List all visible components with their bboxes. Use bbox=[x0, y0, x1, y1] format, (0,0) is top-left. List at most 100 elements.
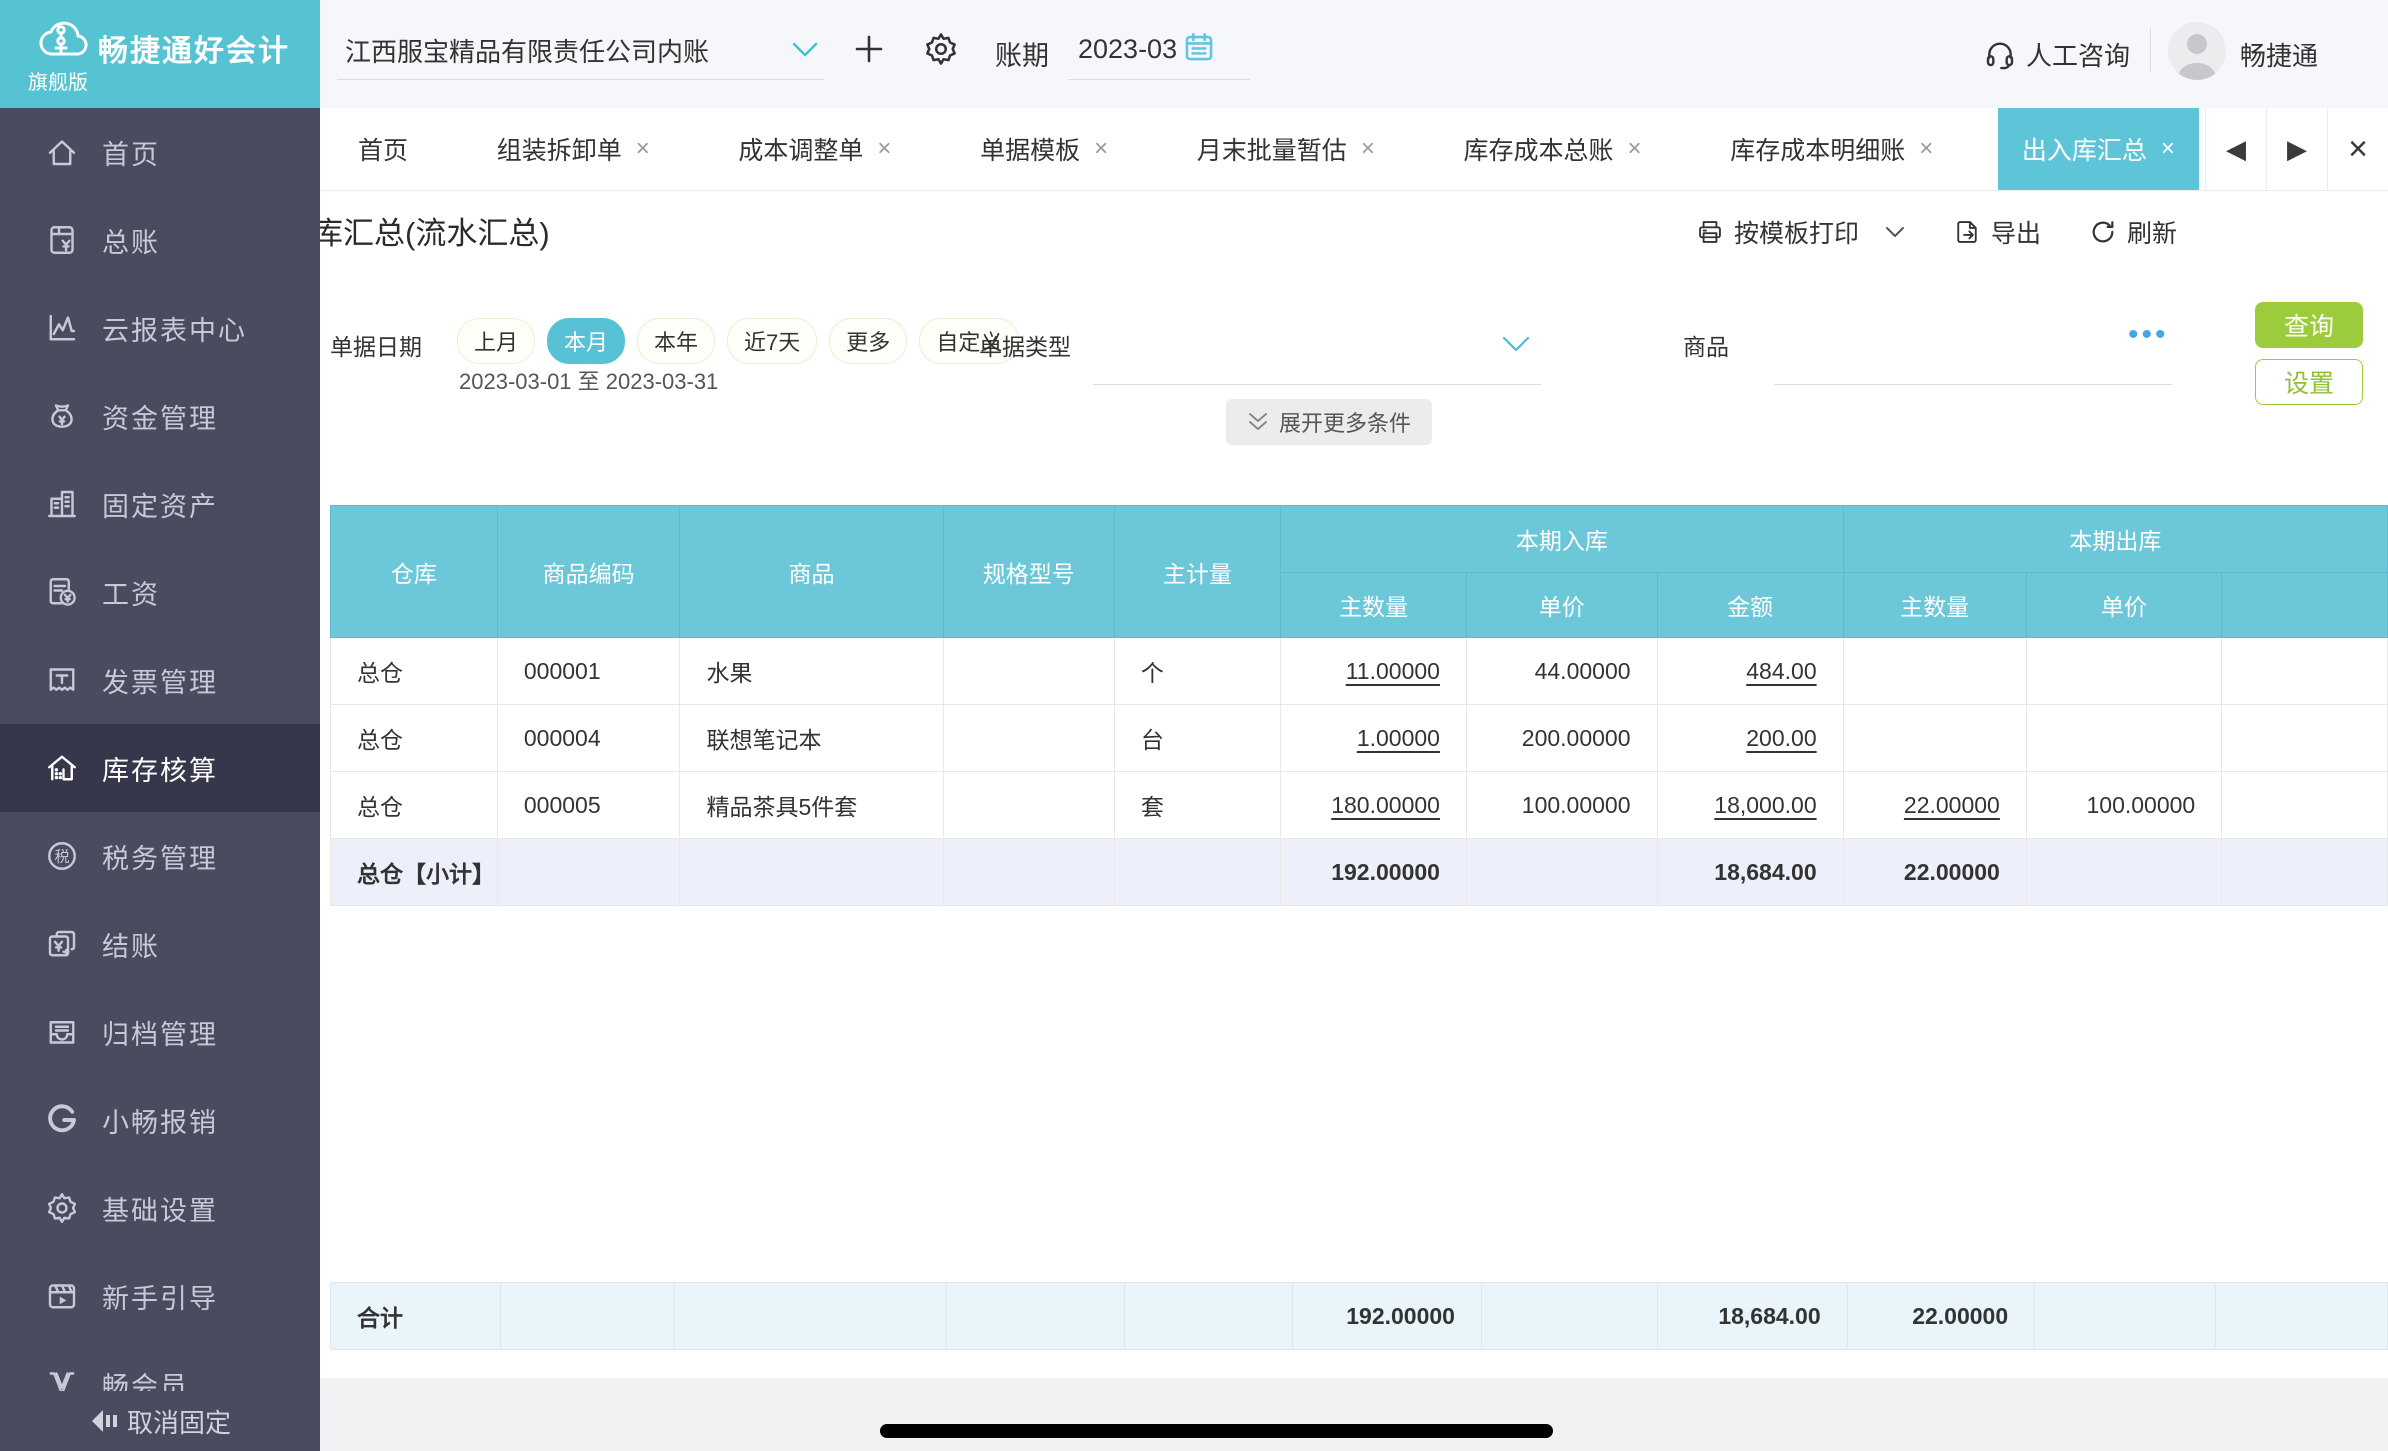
brand-name: 畅捷通好会计 bbox=[98, 35, 290, 68]
in-amount-link[interactable]: 484.00 bbox=[1746, 658, 1816, 684]
close-icon[interactable]: × bbox=[1628, 135, 1642, 163]
cell-out-amount bbox=[2221, 637, 2388, 705]
in-qty-link[interactable]: 11.00000 bbox=[1346, 658, 1440, 684]
chip-this-month[interactable]: 本月 bbox=[547, 318, 626, 364]
horizontal-scrollbar[interactable] bbox=[880, 1424, 1553, 1438]
tab-controls: ◀ ▶ × bbox=[2205, 108, 2388, 190]
doc-type-input[interactable] bbox=[1093, 384, 1541, 385]
chevron-down-icon[interactable] bbox=[792, 42, 818, 58]
tab-inventory-ledger[interactable]: 库存成本总账 × bbox=[1440, 108, 1666, 190]
support-entry[interactable]: 人工咨询 bbox=[1984, 36, 2130, 73]
cell-spec bbox=[942, 771, 1115, 839]
product-picker-ellipsis[interactable]: ••• bbox=[2128, 318, 2169, 352]
close-icon[interactable]: × bbox=[1919, 135, 1933, 163]
grand-total-row: 合计 192.00000 18,684.00 22.00000 bbox=[330, 1282, 2388, 1350]
in-amount-link[interactable]: 200.00 bbox=[1746, 725, 1816, 751]
chevron-down-icon[interactable] bbox=[1502, 336, 1530, 353]
invoice-icon bbox=[49, 668, 75, 691]
sidebar-item-archive[interactable]: 归档管理 bbox=[0, 988, 320, 1076]
sidebar-item-settings[interactable]: 基础设置 bbox=[0, 1164, 320, 1252]
payroll-icon bbox=[49, 578, 76, 606]
sidebar-item-guide[interactable]: 新手引导 bbox=[0, 1252, 320, 1340]
sidebar-item-tax[interactable]: 税 税务管理 bbox=[0, 812, 320, 900]
tab-cost-adjust[interactable]: 成本调整单 × bbox=[714, 108, 915, 190]
table-row: 总仓 000001 水果 个 11.00000 44.00000 484.00 bbox=[330, 637, 2388, 705]
add-icon[interactable] bbox=[852, 32, 886, 66]
username[interactable]: 畅捷通 bbox=[2240, 36, 2318, 73]
close-icon[interactable]: × bbox=[2161, 135, 2175, 163]
expand-more-conditions[interactable]: 展开更多条件 bbox=[1226, 399, 1432, 445]
gear-icon[interactable] bbox=[922, 30, 960, 68]
tab-scroll-right-icon[interactable]: ▶ bbox=[2266, 108, 2327, 190]
settings-button[interactable]: 设置 bbox=[2255, 359, 2363, 405]
sidebar-item-closing[interactable]: 结账 bbox=[0, 900, 320, 988]
print-by-template-button[interactable]: 按模板打印 bbox=[1696, 214, 1905, 250]
close-icon[interactable]: × bbox=[1094, 135, 1108, 163]
calendar-icon[interactable] bbox=[1182, 30, 1216, 64]
expense-logo-icon bbox=[48, 1104, 76, 1133]
archive-box-icon bbox=[49, 1021, 75, 1044]
cell-code: 000004 bbox=[496, 704, 681, 772]
sidebar-item-home[interactable]: 首页 bbox=[0, 108, 320, 196]
tab-scroll-left-icon[interactable]: ◀ bbox=[2205, 108, 2266, 190]
unpin-icon bbox=[91, 1410, 117, 1432]
period-value[interactable]: 2023-03 bbox=[1078, 34, 1177, 65]
topbar: 畅捷通好会计 旗舰版 江西服宝精品有限责任公司内账 账期 2023-03 人工咨… bbox=[0, 0, 2388, 108]
chevron-down-icon[interactable] bbox=[1885, 226, 1905, 239]
avatar[interactable] bbox=[2168, 22, 2226, 80]
building-icon bbox=[48, 490, 76, 518]
chip-last-month[interactable]: 上月 bbox=[457, 318, 536, 364]
sidebar-item-inventory[interactable]: 库存核算 bbox=[0, 724, 320, 812]
sidebar-item-expense[interactable]: 小畅报销 bbox=[0, 1076, 320, 1164]
out-qty-link[interactable]: 22.00000 bbox=[1904, 792, 2000, 818]
summary-table: 仓库 商品编码 商品 规格型号 主计量 本期入库 本期出库 主数量 单价 金额 … bbox=[330, 505, 2388, 906]
in-qty-link[interactable]: 1.00000 bbox=[1357, 725, 1440, 751]
in-qty-link[interactable]: 180.00000 bbox=[1331, 792, 1440, 818]
tab-home[interactable]: 首页 bbox=[334, 108, 432, 190]
sidebar-item-fixed-assets[interactable]: 固定资产 bbox=[0, 460, 320, 548]
in-amount-link[interactable]: 18,000.00 bbox=[1714, 792, 1816, 818]
tabs-close-icon[interactable]: × bbox=[2327, 108, 2388, 190]
cell-spec bbox=[942, 704, 1115, 772]
home-icon bbox=[48, 140, 76, 166]
unpin-sidebar-button[interactable]: 取消固定 bbox=[0, 1391, 320, 1451]
chip-last-7-days[interactable]: 近7天 bbox=[727, 318, 818, 364]
sidebar-item-funds[interactable]: 资金管理 bbox=[0, 372, 320, 460]
tab-in-out-summary[interactable]: 出入库汇总 × bbox=[1997, 108, 2199, 190]
tab-inventory-detail[interactable]: 库存成本明细账 × bbox=[1706, 108, 1957, 190]
tab-assembly[interactable]: 组装拆卸单 × bbox=[473, 108, 674, 190]
date-range[interactable]: 2023-03-01 至 2023-03-31 bbox=[459, 364, 718, 396]
subtotal-label: 总仓【小计】 bbox=[330, 838, 498, 906]
company-underline bbox=[337, 79, 824, 80]
tax-icon: 税 bbox=[48, 842, 76, 870]
sidebar-item-general-ledger[interactable]: 总账 bbox=[0, 196, 320, 284]
headset-icon bbox=[1986, 42, 2014, 69]
tab-doc-template[interactable]: 单据模板 × bbox=[956, 108, 1132, 190]
footer bbox=[0, 1378, 2388, 1451]
topbar-divider bbox=[2150, 28, 2151, 72]
total-label: 合计 bbox=[330, 1282, 502, 1350]
query-button[interactable]: 查询 bbox=[2255, 302, 2363, 348]
col-in-qty: 主数量 bbox=[1280, 572, 1467, 638]
company-selector[interactable]: 江西服宝精品有限责任公司内账 bbox=[345, 32, 709, 69]
sidebar-item-cloud-reports[interactable]: 云报表中心 bbox=[0, 284, 320, 372]
cell-unit: 套 bbox=[1113, 771, 1282, 839]
chart-icon bbox=[49, 314, 76, 341]
close-icon[interactable]: × bbox=[877, 135, 891, 163]
cell-out-qty bbox=[1842, 637, 2027, 705]
close-icon[interactable]: × bbox=[1361, 135, 1375, 163]
refresh-button[interactable]: 刷新 bbox=[2089, 214, 2177, 250]
sidebar-item-invoice[interactable]: 发票管理 bbox=[0, 636, 320, 724]
product-input[interactable] bbox=[1774, 384, 2172, 385]
doc-type-label: 单据类型 bbox=[979, 334, 1071, 360]
export-button[interactable]: 导出 bbox=[1953, 214, 2041, 250]
export-icon bbox=[1957, 221, 1977, 243]
cell-out-price bbox=[2025, 637, 2223, 705]
cell-in-price: 44.00000 bbox=[1465, 637, 1658, 705]
chip-this-year[interactable]: 本年 bbox=[637, 318, 716, 364]
sidebar-item-payroll[interactable]: 工资 bbox=[0, 548, 320, 636]
tab-month-end-estimate[interactable]: 月末批量暂估 × bbox=[1173, 108, 1399, 190]
chip-more[interactable]: 更多 bbox=[829, 318, 908, 364]
col-spec: 规格型号 bbox=[942, 505, 1115, 638]
close-icon[interactable]: × bbox=[636, 135, 650, 163]
